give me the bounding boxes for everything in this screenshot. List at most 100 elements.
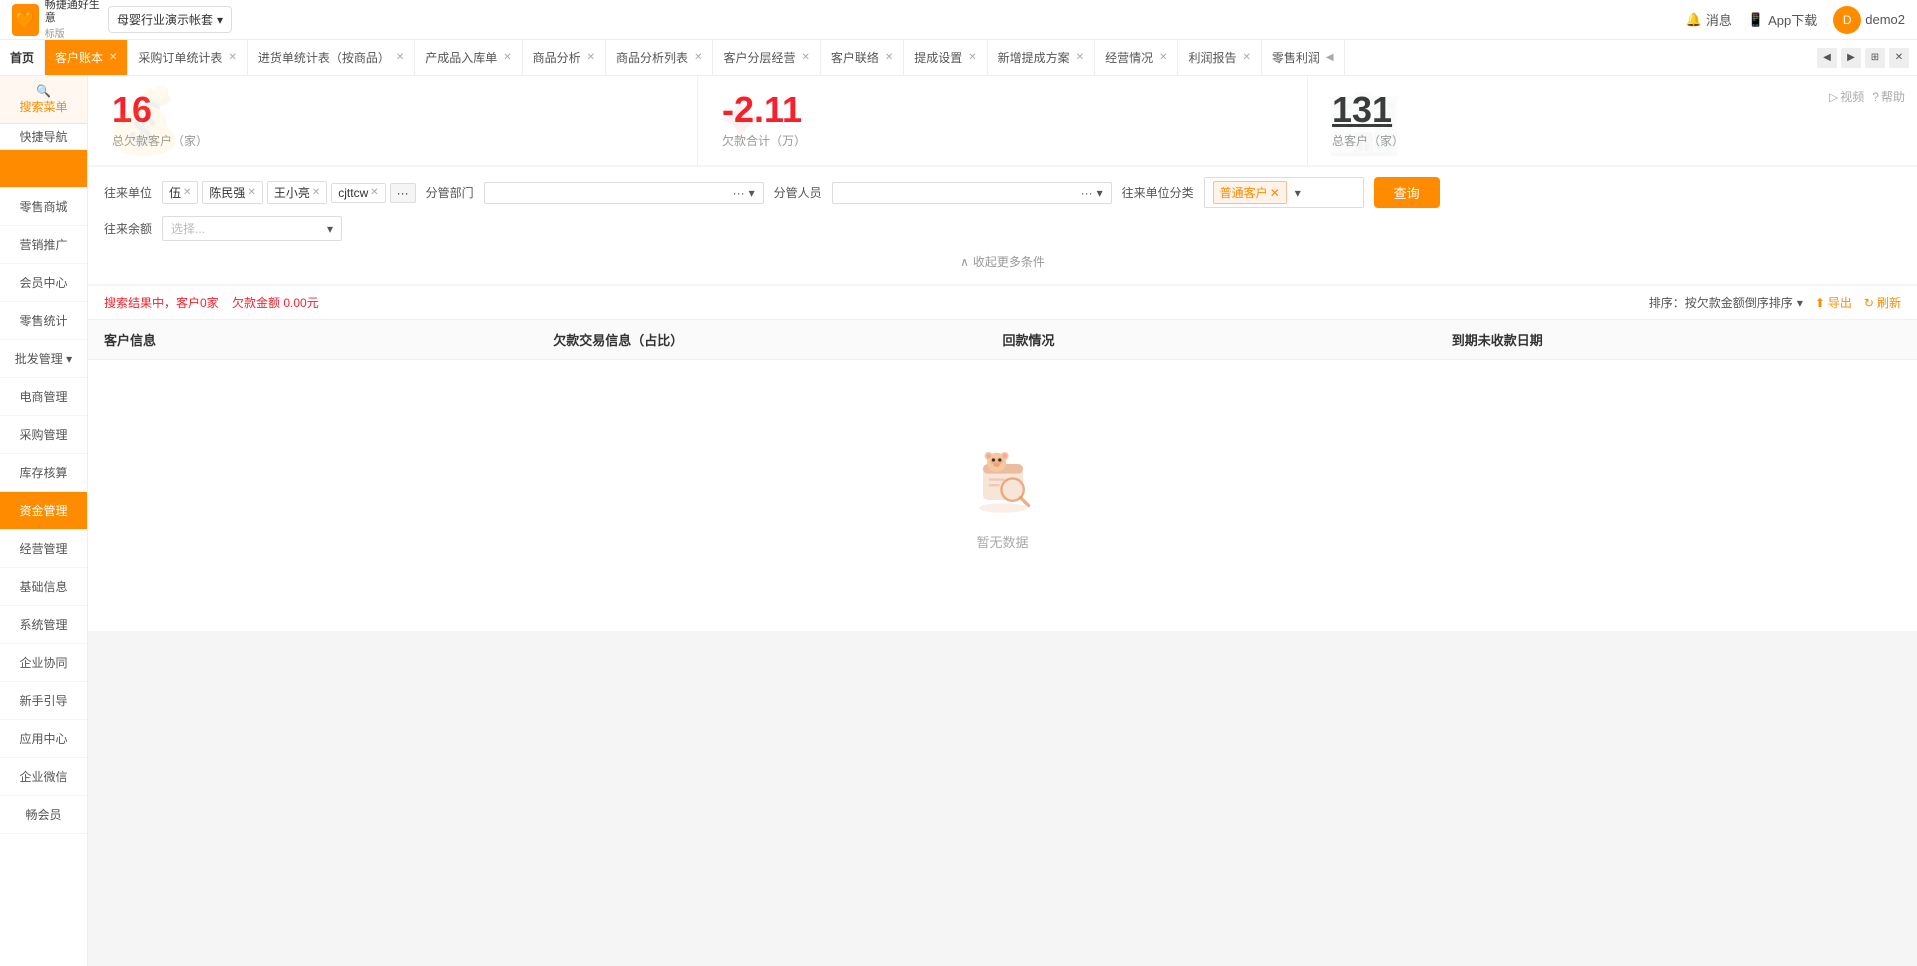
tab-goods-analysis[interactable]: 商品分析 ✕: [523, 40, 606, 75]
help-btn[interactable]: ? 帮助: [1872, 88, 1905, 105]
query-button[interactable]: 查询: [1374, 177, 1440, 208]
nav-close-all-btn[interactable]: ✕: [1889, 48, 1909, 68]
sidebar-item-finance[interactable]: 资金管理: [0, 492, 87, 530]
tab-retail-profit[interactable]: 零售利润 ◀: [1262, 40, 1345, 75]
sidebar-item-enterprise[interactable]: 企业协同: [0, 644, 87, 682]
tab-label: 客户账本: [55, 49, 103, 66]
close-icon[interactable]: ✕: [503, 52, 511, 63]
sidebar-item-member[interactable]: 会员中心: [0, 264, 87, 302]
user-menu[interactable]: D demo2: [1833, 6, 1905, 34]
close-icon[interactable]: ✕: [1270, 186, 1280, 200]
close-icon[interactable]: ✕: [109, 52, 117, 63]
tag-more[interactable]: ···: [390, 183, 416, 203]
close-icon[interactable]: ✕: [968, 52, 976, 63]
balance-select[interactable]: 选择... ▾: [162, 216, 342, 241]
nav-next-btn[interactable]: ▶: [1841, 48, 1861, 68]
sidebar-item-label: 零售管理: [15, 162, 63, 176]
topbar: 🧡 畅捷通好生意 标版 母婴行业演示帐套 ▾ 🔔 消息 📱 App下载 D de…: [0, 0, 1917, 40]
tag-wang[interactable]: 王小亮 ✕: [267, 181, 327, 204]
sidebar-quick-nav[interactable]: 快捷导航: [0, 124, 87, 150]
refresh-btn[interactable]: ↻ 刷新: [1864, 294, 1901, 311]
close-icon[interactable]: ✕: [183, 187, 191, 198]
tag-wu[interactable]: 伍 ✕: [162, 181, 198, 204]
debt-amount-text: 欠款金额 0.00元: [232, 296, 319, 310]
sort-select[interactable]: 排序：按欠款金额倒序排序 ▾: [1649, 294, 1803, 311]
sidebar-item-app-center[interactable]: 应用中心: [0, 720, 87, 758]
sidebar-item-beginner[interactable]: 新手引导: [0, 682, 87, 720]
table-toolbar: 搜索结果中，客户0家 欠款金额 0.00元 排序：按欠款金额倒序排序 ▾ ⬆ 导…: [88, 286, 1917, 320]
close-icon[interactable]: ✕: [885, 52, 893, 63]
close-icon[interactable]: ◀: [1326, 52, 1334, 63]
app-download-btn[interactable]: 📱 App下载: [1748, 10, 1817, 29]
sidebar-search[interactable]: 🔍 搜索菜单: [0, 76, 87, 124]
tab-new-commission[interactable]: 新增提成方案 ✕: [988, 40, 1095, 75]
person-select[interactable]: ··· ▾: [832, 182, 1112, 204]
sidebar-item-marketing[interactable]: 营销推广: [0, 226, 87, 264]
tag-chen[interactable]: 陈民强 ✕: [202, 181, 262, 204]
tab-customer-layering[interactable]: 客户分层经营 ✕: [713, 40, 820, 75]
collapse-btn[interactable]: ∧ 收起更多条件: [952, 249, 1053, 274]
close-icon[interactable]: ✕: [694, 52, 702, 63]
tab-goods-analysis-list[interactable]: 商品分析列表 ✕: [606, 40, 713, 75]
empty-illustration: [963, 440, 1043, 520]
col-debt-header: 欠款交易信息（占比）: [553, 330, 1002, 349]
video-btn[interactable]: ▷ 视频: [1829, 88, 1864, 105]
logo-text: 畅捷通好生意: [45, 0, 100, 25]
main-layout: 🔍 搜索菜单 快捷导航 零售管理 ▾ 零售商城 营销推广 会员中心 零售统计 批…: [0, 76, 1917, 966]
tab-profit-report[interactable]: 利润报告 ✕: [1178, 40, 1261, 75]
sidebar-item-operation-mgmt[interactable]: 经营管理: [0, 530, 87, 568]
sidebar-item-system[interactable]: 系统管理: [0, 606, 87, 644]
close-icon[interactable]: ✕: [801, 52, 809, 63]
sidebar-item-label: 零售商城: [19, 200, 67, 214]
nav-prev-btn[interactable]: ◀: [1817, 48, 1837, 68]
sidebar-item-wholesale[interactable]: 批发管理 ▾: [0, 340, 87, 378]
stat-actions: ▷ 视频 ? 帮助: [1829, 88, 1905, 105]
more-label: ···: [397, 186, 409, 200]
sidebar-item-retail-stats[interactable]: 零售统计: [0, 302, 87, 340]
close-icon[interactable]: ✕: [247, 187, 255, 198]
dept-label: 分管部门: [426, 184, 474, 201]
logo-icon: 🧡: [12, 4, 39, 36]
messages-btn[interactable]: 🔔 消息: [1686, 10, 1732, 29]
tag-cjttcw[interactable]: cjttcw ✕: [331, 183, 385, 203]
nav-expand-btn[interactable]: ⊞: [1865, 48, 1885, 68]
sort-label: 排序：按欠款金额倒序排序: [1649, 294, 1793, 311]
tab-label: 提成设置: [914, 49, 962, 66]
tab-goods-stats[interactable]: 进货单统计表（按商品） ✕: [248, 40, 415, 75]
search-result-info: 搜索结果中，客户0家 欠款金额 0.00元: [104, 294, 319, 311]
tab-home[interactable]: 首页: [0, 40, 45, 75]
dept-select[interactable]: ··· ▾: [484, 182, 764, 204]
category-select[interactable]: 普通客户 ✕ ▾: [1204, 177, 1364, 208]
tab-product-inbound[interactable]: 产成品入库单 ✕: [415, 40, 522, 75]
home-label: 首页: [10, 49, 34, 66]
category-tag-normal[interactable]: 普通客户 ✕: [1213, 181, 1287, 204]
sidebar-item-wechat[interactable]: 企业微信: [0, 758, 87, 796]
sidebar-item-retail-mall[interactable]: 零售商城: [0, 188, 87, 226]
tab-customer-ledger[interactable]: 客户账本 ✕: [45, 40, 128, 75]
close-icon[interactable]: ✕: [1159, 52, 1167, 63]
tab-operation[interactable]: 经营情况 ✕: [1095, 40, 1178, 75]
close-icon[interactable]: ✕: [228, 52, 236, 63]
account-selector[interactable]: 母婴行业演示帐套 ▾: [108, 6, 232, 33]
sidebar-item-member2[interactable]: 畅会员: [0, 796, 87, 834]
close-icon[interactable]: ✕: [396, 52, 404, 63]
close-icon[interactable]: ✕: [312, 187, 320, 198]
close-icon[interactable]: ✕: [1076, 52, 1084, 63]
close-icon[interactable]: ✕: [1243, 52, 1251, 63]
sidebar-item-retail[interactable]: 零售管理 ▾: [0, 150, 87, 188]
export-btn[interactable]: ⬆ 导出: [1815, 294, 1852, 311]
sidebar-item-inventory[interactable]: 库存核算: [0, 454, 87, 492]
sidebar-item-purchase[interactable]: 采购管理: [0, 416, 87, 454]
close-icon[interactable]: ✕: [587, 52, 595, 63]
sidebar-item-basic-info[interactable]: 基础信息: [0, 568, 87, 606]
tab-purchase-order[interactable]: 采购订单统计表 ✕: [128, 40, 247, 75]
sidebar-item-ecommerce[interactable]: 电商管理: [0, 378, 87, 416]
tab-label: 采购订单统计表: [138, 49, 222, 66]
tab-label: 商品分析: [533, 49, 581, 66]
tab-commission-settings[interactable]: 提成设置 ✕: [904, 40, 987, 75]
tab-customer-contact[interactable]: 客户联络 ✕: [821, 40, 904, 75]
chevron-down-icon: ▾: [1295, 186, 1301, 200]
close-icon[interactable]: ✕: [370, 187, 378, 198]
table-actions: 排序：按欠款金额倒序排序 ▾ ⬆ 导出 ↻ 刷新: [1649, 294, 1901, 311]
sidebar-item-label: 零售统计: [19, 314, 67, 328]
